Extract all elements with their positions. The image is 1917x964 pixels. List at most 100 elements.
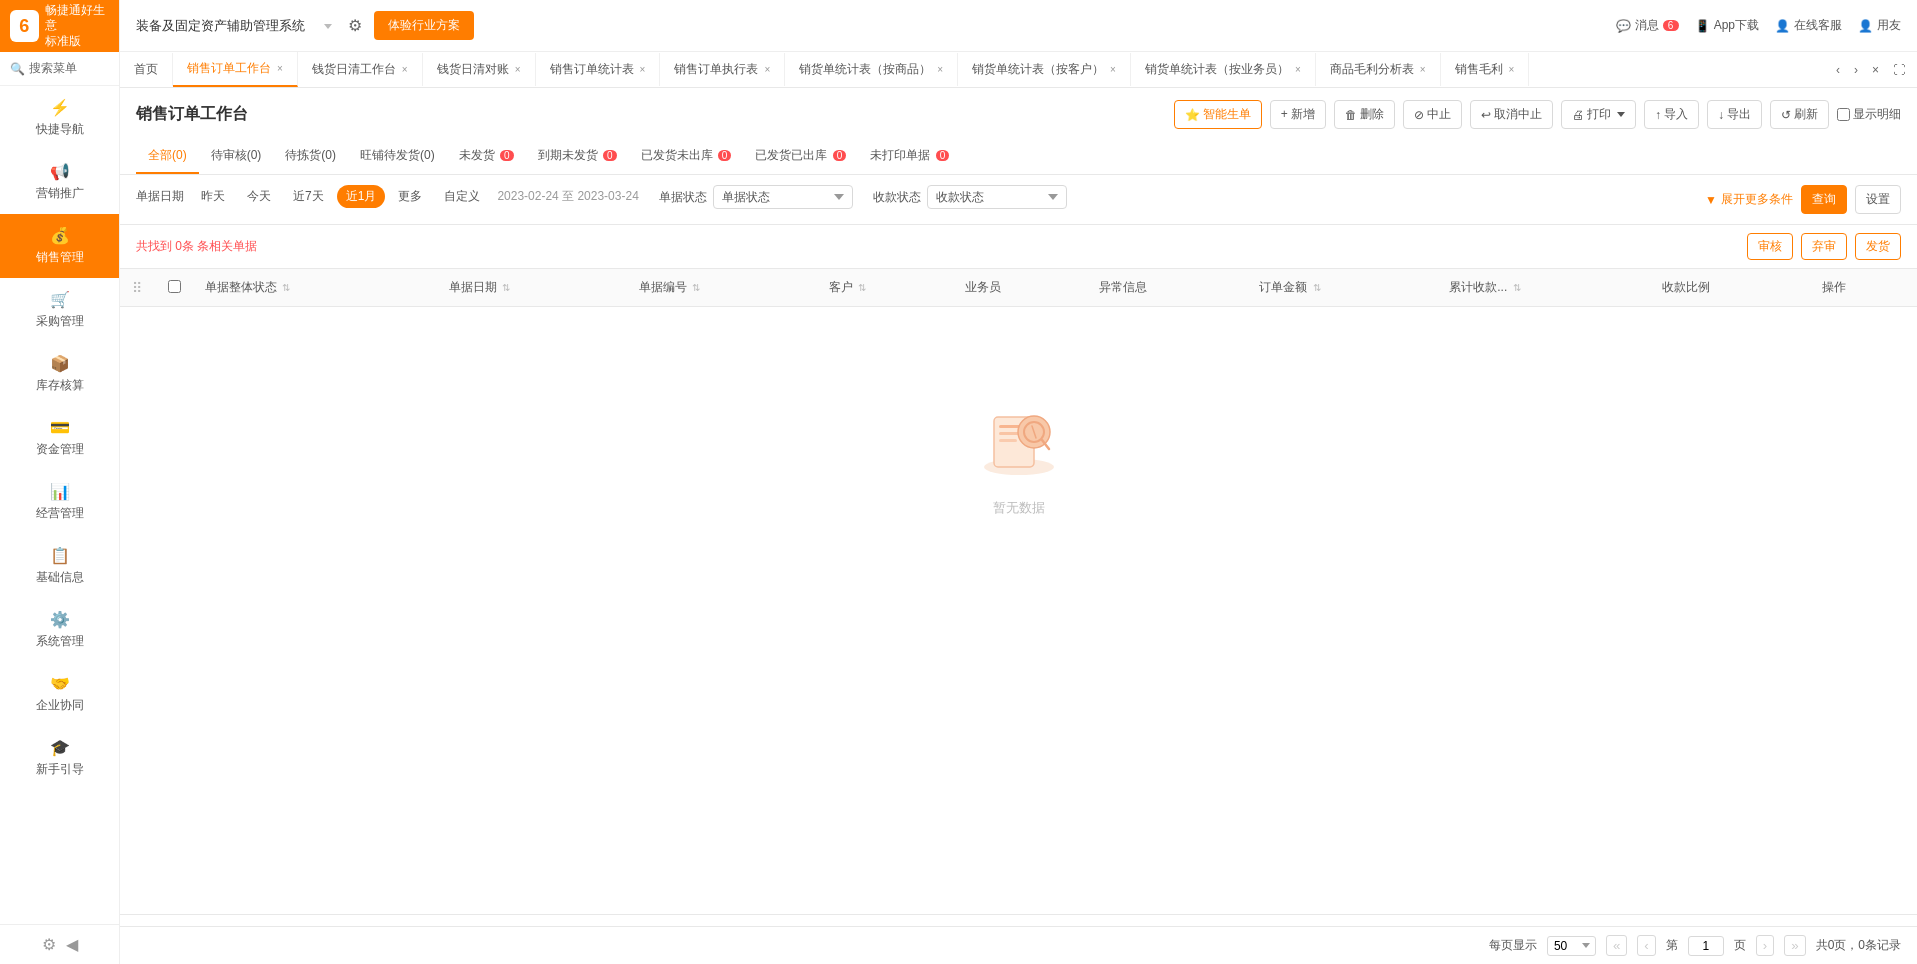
print-btn[interactable]: 🖨 打印 — [1561, 100, 1636, 129]
sort-amount-icon[interactable]: ⇅ — [1313, 282, 1321, 293]
review-btn[interactable]: 审核 — [1747, 233, 1793, 260]
page-size-select[interactable]: 50 10 20 100 — [1547, 936, 1596, 956]
tab-close-icon[interactable]: × — [1295, 64, 1301, 75]
show-detail-checkbox[interactable] — [1837, 108, 1850, 121]
add-btn[interactable]: + 新增 — [1270, 100, 1326, 129]
tab-sales-summary-product[interactable]: 销货单统计表（按商品） × — [785, 53, 958, 86]
date-chip-custom[interactable]: 自定义 — [435, 185, 489, 208]
topbar-dropdown-icon[interactable] — [321, 19, 332, 33]
sidebar-item-inventory[interactable]: 📦 库存核算 — [0, 342, 119, 406]
sub-tab-shipped-not-out[interactable]: 已发货未出库 0 — [629, 139, 744, 174]
sidebar-item-guide[interactable]: 🎓 新手引导 — [0, 726, 119, 790]
delete-btn[interactable]: 🗑 删除 — [1334, 100, 1395, 129]
sidebar-item-base[interactable]: 📋 基础信息 — [0, 534, 119, 598]
sidebar-item-marketing[interactable]: 📢 营销推广 — [0, 150, 119, 214]
sidebar-item-system[interactable]: ⚙️ 系统管理 — [0, 598, 119, 662]
tab-close-icon[interactable]: × — [402, 64, 408, 75]
smart-btn[interactable]: ⭐ 智能生单 — [1174, 100, 1262, 129]
tab-close-icon[interactable]: × — [1509, 64, 1515, 75]
collapse-icon[interactable]: ◀ — [66, 935, 78, 954]
sidebar-item-purchase[interactable]: 🛒 采购管理 — [0, 278, 119, 342]
tab-prev-btn[interactable]: ‹ — [1830, 59, 1846, 81]
settings-icon[interactable]: ⚙ — [42, 935, 56, 954]
date-chip-week[interactable]: 近7天 — [284, 185, 333, 208]
tab-close-icon[interactable]: × — [1420, 64, 1426, 75]
topbar-messages[interactable]: 💬 消息 6 — [1616, 17, 1679, 34]
date-chip-yesterday[interactable]: 昨天 — [192, 185, 234, 208]
sort-customer-icon[interactable]: ⇅ — [858, 282, 866, 293]
query-btn[interactable]: 查询 — [1801, 185, 1847, 214]
sub-tab-shipped-out[interactable]: 已发货已出库 0 — [743, 139, 858, 174]
tab-next-btn[interactable]: › — [1848, 59, 1864, 81]
topbar-app-download[interactable]: 📱 App下载 — [1695, 17, 1759, 34]
sub-tab-pending-review[interactable]: 待审核(0) — [199, 139, 274, 174]
sub-tab-all[interactable]: 全部(0) — [136, 139, 199, 174]
sidebar-item-sales[interactable]: 💰 销售管理 — [0, 214, 119, 278]
tab-home[interactable]: 首页 — [120, 53, 173, 86]
topbar-settings-icon[interactable]: ⚙ — [348, 16, 362, 35]
horizontal-scrollbar[interactable] — [120, 914, 1917, 926]
stop-btn[interactable]: ⊘ 中止 — [1403, 100, 1462, 129]
sub-tab-wangpu[interactable]: 旺铺待发货(0) — [348, 139, 447, 174]
tab-sales-exec[interactable]: 销售订单执行表 × — [660, 53, 785, 86]
sub-tab-not-shipped[interactable]: 未发货 0 — [447, 139, 526, 174]
sort-date-icon[interactable]: ⇅ — [502, 282, 510, 293]
prev-page-btn[interactable]: ‹ — [1637, 935, 1655, 956]
sub-tab-not-printed[interactable]: 未打印单据 0 — [858, 139, 961, 174]
expand-more-btn[interactable]: ▼ 展开更多条件 — [1705, 191, 1793, 208]
sub-tab-pending-inspect[interactable]: 待拣货(0) — [273, 139, 348, 174]
date-chip-month[interactable]: 近1月 — [337, 185, 386, 208]
tab-close-icon[interactable]: × — [277, 63, 283, 74]
tab-close-icon[interactable]: × — [640, 64, 646, 75]
content-actions: ⭐ 智能生单 + 新增 🗑 删除 ⊘ 中止 ↩ 取消中止 — [1174, 100, 1901, 129]
sidebar-item-enterprise[interactable]: 🤝 企业协同 — [0, 662, 119, 726]
sort-status-icon[interactable]: ⇅ — [282, 282, 290, 293]
date-chip-today[interactable]: 今天 — [238, 185, 280, 208]
table-wrap: ⠿ 单据整体状态 ⇅ 单据日期 ⇅ — [120, 269, 1917, 914]
first-page-btn[interactable]: « — [1606, 935, 1627, 956]
topbar-user[interactable]: 👤 用友 — [1858, 17, 1901, 34]
select-all-checkbox[interactable] — [168, 280, 181, 293]
tab-close-icon[interactable]: × — [515, 64, 521, 75]
next-page-btn[interactable]: › — [1756, 935, 1774, 956]
show-detail-label[interactable]: 显示明细 — [1837, 106, 1901, 123]
content: 销售订单工作台 ⭐ 智能生单 + 新增 🗑 删除 ⊘ 中止 — [120, 88, 1917, 964]
collection-select[interactable]: 收款状态 — [927, 185, 1067, 209]
tab-fullscreen-btn[interactable]: ⛶ — [1887, 59, 1911, 81]
tab-sales-summary-customer[interactable]: 销货单统计表（按客户） × — [958, 53, 1131, 86]
date-chip-more[interactable]: 更多 — [389, 185, 431, 208]
ship-btn[interactable]: 发货 — [1855, 233, 1901, 260]
tab-cash-daily[interactable]: 钱货日清工作台 × — [298, 53, 423, 86]
sidebar-item-quick-nav[interactable]: ⚡ 快捷导航 — [0, 86, 119, 150]
cancel-stop-btn[interactable]: ↩ 取消中止 — [1470, 100, 1553, 129]
th-customer: 客户 ⇅ — [817, 269, 954, 307]
tab-sales-stats[interactable]: 销售订单统计表 × — [536, 53, 661, 86]
status-select[interactable]: 单据状态 — [713, 185, 853, 209]
topbar-online-service[interactable]: 👤 在线客服 — [1775, 17, 1842, 34]
sidebar-search[interactable]: 🔍 搜索菜单 — [0, 52, 119, 86]
tab-sales-profit[interactable]: 销售毛利 × — [1441, 53, 1530, 86]
sub-tab-overdue[interactable]: 到期未发货 0 — [526, 139, 629, 174]
import-btn[interactable]: ↑ 导入 — [1644, 100, 1699, 129]
setting-btn[interactable]: 设置 — [1855, 185, 1901, 214]
tab-sales-summary-staff[interactable]: 销货单统计表（按业务员） × — [1131, 53, 1316, 86]
refresh-btn[interactable]: ↺ 刷新 — [1770, 100, 1829, 129]
tab-cash-reconcile[interactable]: 钱货日清对账 × — [423, 53, 536, 86]
sidebar-item-finance[interactable]: 💳 资金管理 — [0, 406, 119, 470]
last-page-btn[interactable]: » — [1784, 935, 1805, 956]
sidebar-item-operations[interactable]: 📊 经营管理 — [0, 470, 119, 534]
unreview-btn[interactable]: 弃审 — [1801, 233, 1847, 260]
export-btn[interactable]: ↓ 导出 — [1707, 100, 1762, 129]
tab-close-icon[interactable]: × — [764, 64, 770, 75]
tab-margin-analysis[interactable]: 商品毛利分析表 × — [1316, 53, 1441, 86]
page-input[interactable] — [1688, 936, 1724, 956]
tab-close-icon[interactable]: × — [1110, 64, 1116, 75]
tab-close-icon[interactable]: × — [937, 64, 943, 75]
sort-collected-icon[interactable]: ⇅ — [1513, 282, 1521, 293]
th-checkbox[interactable] — [156, 269, 193, 307]
demo-btn[interactable]: 体验行业方案 — [374, 11, 474, 40]
sort-number-icon[interactable]: ⇅ — [692, 282, 700, 293]
tab-sales-order[interactable]: 销售订单工作台 × — [173, 52, 298, 87]
tab-close-all-btn[interactable]: × — [1866, 59, 1885, 81]
sidebar-item-label: 经营管理 — [36, 505, 84, 522]
